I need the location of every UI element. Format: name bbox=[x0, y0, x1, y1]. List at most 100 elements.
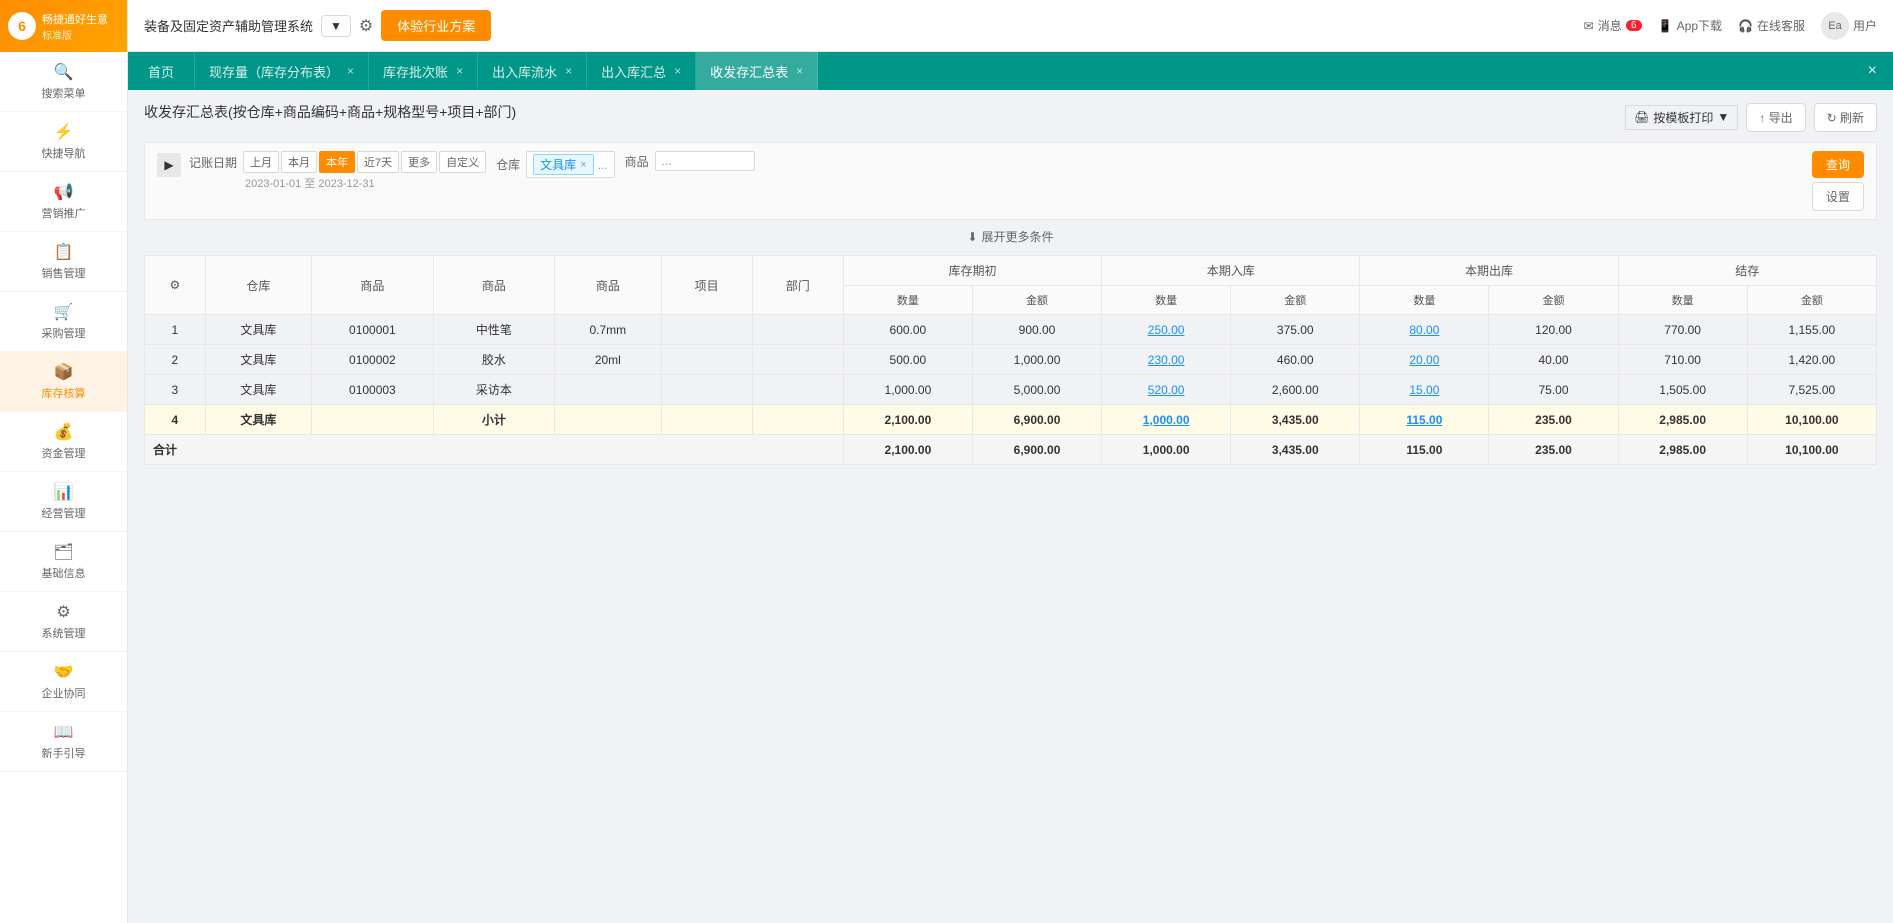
cell-closing_amount: 1,155.00 bbox=[1747, 315, 1876, 345]
date-btn-more[interactable]: 更多 bbox=[401, 151, 437, 173]
query-btn[interactable]: 查询 bbox=[1812, 151, 1864, 178]
warehouse-tag-close[interactable]: × bbox=[580, 159, 586, 171]
link-in_qty[interactable]: 230.00 bbox=[1148, 353, 1185, 367]
messages-item[interactable]: ✉ 消息 6 bbox=[1584, 17, 1642, 34]
expand-more-btn[interactable]: ⬇ 展开更多条件 bbox=[967, 228, 1053, 245]
sidebar-item-operations[interactable]: 📊 经营管理 bbox=[0, 472, 127, 532]
sidebar-item-sales[interactable]: 📋 销售管理 bbox=[0, 232, 127, 292]
sidebar-item-system[interactable]: ⚙ 系统管理 bbox=[0, 592, 127, 652]
warehouse-input-area[interactable]: 文具库 × ... bbox=[526, 151, 614, 178]
tab-batch-account[interactable]: 库存批次账× bbox=[369, 52, 478, 90]
th-opening-amount: 金额 bbox=[972, 286, 1101, 315]
online-service-label: 在线客服 bbox=[1757, 17, 1805, 34]
messages-label: 消息 bbox=[1598, 17, 1622, 34]
tab-inventory-dist[interactable]: 现存量（库存分布表） × bbox=[195, 52, 369, 90]
sidebar-item-basic[interactable]: 🗂 基础信息 bbox=[0, 532, 127, 592]
sidebar-item-quicknav[interactable]: ⚡ 快捷导航 bbox=[0, 112, 127, 172]
tab-inout-flow[interactable]: 出入库流水 × bbox=[478, 52, 587, 90]
settings-icon[interactable]: ⚙ bbox=[359, 16, 373, 36]
message-icon: ✉ bbox=[1584, 19, 1594, 33]
cell-closing_qty: 710.00 bbox=[1618, 345, 1747, 375]
link-in_qty[interactable]: 1,000.00 bbox=[1143, 413, 1190, 427]
warehouse-tag: 文具库 × bbox=[533, 154, 593, 175]
tab-close-inventory-dist[interactable]: × bbox=[347, 65, 354, 77]
system-icon: ⚙ bbox=[56, 602, 70, 622]
link-out_qty[interactable]: 80.00 bbox=[1409, 323, 1439, 337]
sidebar-item-inventory[interactable]: 📦 库存核算 bbox=[0, 352, 127, 412]
product-more-btn[interactable]: ... bbox=[662, 154, 672, 168]
export-btn[interactable]: ↑ 导出 bbox=[1746, 103, 1805, 132]
cell-project bbox=[661, 345, 752, 375]
online-service-item[interactable]: 🎧 在线客服 bbox=[1738, 17, 1805, 34]
date-btn-thismonth[interactable]: 本月 bbox=[281, 151, 317, 173]
cell-in_qty[interactable]: 230.00 bbox=[1102, 345, 1231, 375]
sidebar-item-label-collab: 企业协同 bbox=[42, 685, 86, 701]
link-in_qty[interactable]: 520.00 bbox=[1148, 383, 1185, 397]
sidebar-item-search[interactable]: 🔍 搜索菜单 bbox=[0, 52, 127, 112]
tab-bar-close-btn[interactable]: × bbox=[1852, 62, 1893, 80]
tab-label-inventory-dist: 现存量（库存分布表） bbox=[209, 62, 339, 81]
filter-toggle-btn[interactable]: ▶ bbox=[157, 153, 181, 177]
table-row: 2文具库0100002胶水20ml500.001,000.00230.00460… bbox=[145, 345, 1877, 375]
cell-out_amount: 40.00 bbox=[1489, 345, 1618, 375]
tab-label-inout-flow: 出入库流水 bbox=[492, 62, 557, 81]
warehouse-more-btn[interactable]: ... bbox=[598, 158, 608, 172]
tab-recv-send-summary[interactable]: 收发存汇总表× bbox=[696, 52, 818, 90]
tab-inout-summary[interactable]: 出入库汇总× bbox=[587, 52, 696, 90]
app-download-item[interactable]: 📱 App下载 bbox=[1658, 17, 1722, 34]
cell-out_qty[interactable]: 15.00 bbox=[1360, 375, 1489, 405]
page-title: 收发存汇总表(按仓库+商品编码+商品+规格型号+项目+部门) bbox=[144, 102, 516, 122]
cell-product_code: 0100002 bbox=[312, 345, 434, 375]
cell-closing_amount: 7,525.00 bbox=[1747, 375, 1876, 405]
cell-in_qty[interactable]: 520.00 bbox=[1102, 375, 1231, 405]
cell-warehouse: 文具库 bbox=[205, 315, 311, 345]
sidebar-item-marketing[interactable]: 📢 营销推广 bbox=[0, 172, 127, 232]
th-in-amount: 金额 bbox=[1231, 286, 1360, 315]
cell-closing_qty: 770.00 bbox=[1618, 315, 1747, 345]
link-out_qty[interactable]: 115.00 bbox=[1406, 413, 1442, 427]
cell-in_qty[interactable]: 250.00 bbox=[1102, 315, 1231, 345]
cell-product_spec: 0.7mm bbox=[555, 315, 661, 345]
cell-closing_amount: 10,100.00 bbox=[1747, 405, 1876, 435]
tab-close-inout-flow[interactable]: × bbox=[565, 65, 572, 77]
sidebar-item-label-search: 搜索菜单 bbox=[42, 85, 86, 101]
tab-close-batch-account[interactable]: × bbox=[456, 65, 463, 77]
system-select[interactable]: ▼ bbox=[321, 15, 351, 37]
link-in_qty[interactable]: 250.00 bbox=[1148, 323, 1185, 337]
operations-icon: 📊 bbox=[54, 482, 74, 502]
tab-close-inout-summary[interactable]: × bbox=[674, 65, 681, 77]
setting-btn[interactable]: 设置 bbox=[1812, 182, 1864, 211]
refresh-btn[interactable]: ↻ 刷新 bbox=[1814, 103, 1877, 132]
cell-opening_qty: 500.00 bbox=[843, 345, 972, 375]
sidebar-item-collab[interactable]: 🤝 企业协同 bbox=[0, 652, 127, 712]
table-row: 4文具库小计2,100.006,900.001,000.003,435.0011… bbox=[145, 405, 1877, 435]
date-btn-thisyear[interactable]: 本年 bbox=[319, 151, 355, 173]
cell-in_qty[interactable]: 1,000.00 bbox=[1102, 405, 1231, 435]
sidebar-item-guide[interactable]: 📖 新手引导 bbox=[0, 712, 127, 772]
cell-out_qty[interactable]: 80.00 bbox=[1360, 315, 1489, 345]
cell-opening_qty: 2,100.00 bbox=[843, 405, 972, 435]
th-gear[interactable]: ⚙ bbox=[145, 256, 206, 315]
print-icon: 🖨 bbox=[1634, 110, 1649, 124]
cell-out_qty[interactable]: 115.00 bbox=[1360, 405, 1489, 435]
sidebar-item-label-quicknav: 快捷导航 bbox=[42, 145, 86, 161]
print-btn[interactable]: 🖨 按模板打印 ▼ bbox=[1625, 105, 1738, 130]
trial-button[interactable]: 体验行业方案 bbox=[381, 10, 491, 41]
sidebar-item-finance[interactable]: 💰 资金管理 bbox=[0, 412, 127, 472]
date-btn-lastmonth[interactable]: 上月 bbox=[243, 151, 279, 173]
date-range: 2023-01-01 至 2023-12-31 bbox=[189, 175, 486, 191]
link-out_qty[interactable]: 15.00 bbox=[1409, 383, 1439, 397]
footer-out-amount: 235.00 bbox=[1489, 435, 1618, 465]
footer-opening-amount: 6,900.00 bbox=[972, 435, 1101, 465]
tab-home[interactable]: 首页 bbox=[128, 52, 195, 90]
th-product-spec: 商品 bbox=[555, 256, 661, 315]
cell-in_amount: 460.00 bbox=[1231, 345, 1360, 375]
sidebar-item-purchase[interactable]: 🛒 采购管理 bbox=[0, 292, 127, 352]
link-out_qty[interactable]: 20.00 bbox=[1409, 353, 1439, 367]
product-input-area[interactable]: ... bbox=[655, 151, 755, 171]
user-item[interactable]: Ea 用户 bbox=[1821, 12, 1877, 40]
cell-out_qty[interactable]: 20.00 bbox=[1360, 345, 1489, 375]
tab-close-recv-send-summary[interactable]: × bbox=[796, 65, 803, 77]
date-btn-custom[interactable]: 自定义 bbox=[439, 151, 486, 173]
date-btn-7days[interactable]: 近7天 bbox=[357, 151, 399, 173]
